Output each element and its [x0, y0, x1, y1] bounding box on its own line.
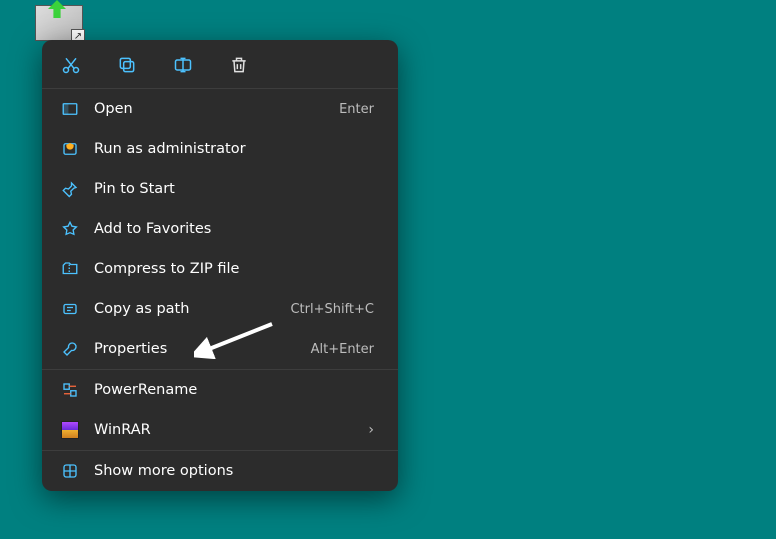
zip-icon: [60, 259, 80, 279]
context-toolbar: [42, 40, 398, 88]
pin-icon: [60, 179, 80, 199]
menu-properties[interactable]: Properties Alt+Enter: [42, 329, 398, 369]
powerrename-icon: [60, 380, 80, 400]
wrench-icon: [60, 339, 80, 359]
more-options-icon: [60, 461, 80, 481]
menu-winrar[interactable]: WinRAR ›: [42, 410, 398, 450]
open-icon: [60, 99, 80, 119]
menu-label: Compress to ZIP file: [94, 261, 374, 277]
menu-show-more-options[interactable]: Show more options: [42, 451, 398, 491]
rename-icon[interactable]: [172, 54, 194, 76]
star-icon: [60, 219, 80, 239]
menu-label: Copy as path: [94, 301, 276, 317]
menu-add-to-favorites[interactable]: Add to Favorites: [42, 209, 398, 249]
menu-powerrename[interactable]: PowerRename: [42, 370, 398, 410]
menu-open[interactable]: Open Enter: [42, 89, 398, 129]
menu-pin-to-start[interactable]: Pin to Start: [42, 169, 398, 209]
menu-shortcut: Enter: [339, 102, 374, 117]
copy-icon[interactable]: [116, 54, 138, 76]
context-menu: Open Enter Run as administrator Pin to S…: [42, 40, 398, 491]
menu-label: Properties: [94, 341, 297, 357]
menu-label: Pin to Start: [94, 181, 374, 197]
menu-label: PowerRename: [94, 382, 374, 398]
menu-copy-as-path[interactable]: Copy as path Ctrl+Shift+C: [42, 289, 398, 329]
cut-icon[interactable]: [60, 54, 82, 76]
shield-icon: [60, 139, 80, 159]
menu-label: WinRAR: [94, 422, 354, 438]
menu-label: Show more options: [94, 463, 374, 479]
copy-path-icon: [60, 299, 80, 319]
app-icon: ↗: [35, 5, 83, 41]
menu-shortcut: Ctrl+Shift+C: [290, 302, 374, 317]
menu-label: Open: [94, 101, 325, 117]
menu-run-as-admin[interactable]: Run as administrator: [42, 129, 398, 169]
winrar-icon: [60, 420, 80, 440]
menu-compress-zip[interactable]: Compress to ZIP file: [42, 249, 398, 289]
menu-label: Run as administrator: [94, 141, 374, 157]
delete-icon[interactable]: [228, 54, 250, 76]
menu-label: Add to Favorites: [94, 221, 374, 237]
menu-shortcut: Alt+Enter: [311, 342, 374, 357]
chevron-right-icon: ›: [368, 422, 374, 438]
